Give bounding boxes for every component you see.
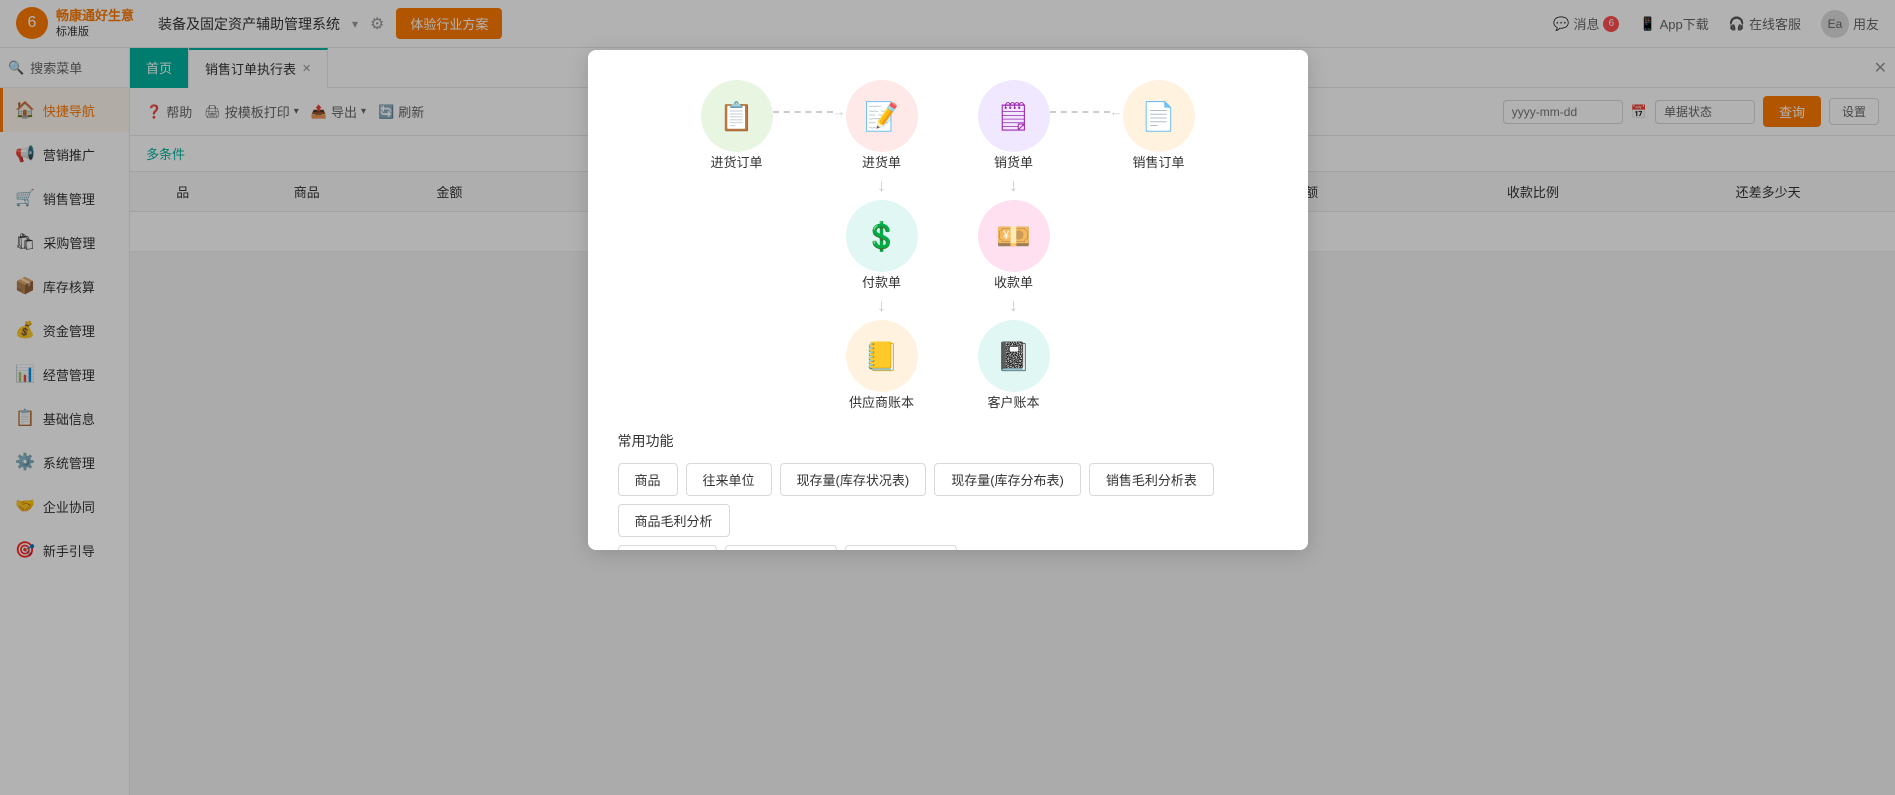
arrow-2: ← bbox=[1050, 80, 1123, 139]
supplier-ledger-label: 供应商账本 bbox=[849, 392, 914, 411]
app-container: 6 畅康通好生意 标准版 装备及固定资产辅助管理系统 ▾ ⚙ 体验行业方案 💬 … bbox=[0, 0, 1895, 795]
sale-order-icon: 📄 bbox=[1141, 100, 1176, 133]
flow-diagram: 📋 进货订单 → 📝 bbox=[618, 80, 1278, 411]
arrow-down-receipt: ↓ bbox=[1009, 175, 1018, 196]
payment-icon: 💲 bbox=[864, 220, 899, 253]
func-btn-sales-gross[interactable]: 销售毛利分析表 bbox=[1089, 463, 1214, 496]
func-btns-row1: 商品 往来单位 现存量(库存状况表) 现存量(库存分布表) 销售毛利分析表 商品… bbox=[618, 463, 1278, 537]
overlay[interactable]: 📋 进货订单 → 📝 bbox=[0, 48, 1895, 795]
flow-col-sale-order: 📄 销售订单 bbox=[1123, 80, 1195, 171]
func-btn-product[interactable]: 商品 bbox=[618, 463, 678, 496]
sale-bill-label: 销货单 bbox=[994, 152, 1033, 171]
sale-order-label: 销售订单 bbox=[1132, 152, 1184, 171]
purchase-order-icon: 📋 bbox=[719, 100, 754, 133]
func-btn-sales-rank[interactable]: 销售排行榜 bbox=[618, 545, 717, 550]
common-funcs-title: 常用功能 bbox=[618, 431, 1278, 451]
customer-ledger-node[interactable]: 📓 bbox=[978, 320, 1050, 392]
popup-content: 📋 进货订单 → 📝 bbox=[588, 50, 1308, 550]
purchase-order-node[interactable]: 📋 bbox=[701, 80, 773, 152]
main-area: 🔍 搜索菜单 🏠 快捷导航 📢 营销推广 🛒 销售管理 🛍 采购管理 📦 bbox=[0, 48, 1895, 795]
func-btn-receipt-stats[interactable]: 收款情况统计 bbox=[725, 545, 837, 550]
dashed-line-1 bbox=[773, 111, 833, 113]
sale-order-node[interactable]: 📄 bbox=[1123, 80, 1195, 152]
supplier-ledger-icon: 📒 bbox=[864, 340, 899, 373]
func-btn-product-gross[interactable]: 商品毛利分析 bbox=[618, 504, 730, 537]
receipt-icon: 💴 bbox=[996, 220, 1031, 253]
arrow-right-1: → bbox=[833, 104, 846, 119]
flow-popup: 📋 进货订单 → 📝 bbox=[588, 50, 1308, 550]
func-btn-stock-dist[interactable]: 现存量(库存分布表) bbox=[934, 463, 1081, 496]
flow-col-sale-bill: 🗒 销货单 ↓ 💴 收款单 ↓ 📓 bbox=[978, 80, 1050, 411]
flow-col-purchase-bill: 📝 进货单 ↓ 💲 付款单 ↓ 📒 bbox=[846, 80, 918, 411]
func-btns-row2: 销售排行榜 收款情况统计 付款情况统计 bbox=[618, 545, 1278, 550]
purchase-bill-label: 进货单 bbox=[862, 152, 901, 171]
arrow-1: → bbox=[773, 80, 846, 139]
purchase-bill-icon: 📝 bbox=[864, 100, 899, 133]
sale-bill-icon: 🗒 bbox=[996, 100, 1032, 133]
purchase-bill-node[interactable]: 📝 bbox=[846, 80, 918, 152]
func-btn-payment-stats[interactable]: 付款情况统计 bbox=[845, 545, 957, 550]
receipt-node[interactable]: 💴 bbox=[978, 200, 1050, 272]
sale-bill-node[interactable]: 🗒 bbox=[978, 80, 1050, 152]
customer-ledger-label: 客户账本 bbox=[987, 392, 1039, 411]
func-btn-counterparty[interactable]: 往来单位 bbox=[686, 463, 772, 496]
receipt-label: 收款单 bbox=[994, 272, 1033, 291]
content-area: 首页 销售订单执行表 ✕ ✕ ❓ 帮助 🖨 按模板打印 bbox=[130, 48, 1895, 795]
payment-label: 付款单 bbox=[862, 272, 901, 291]
arrow-down-supplier: ↓ bbox=[877, 295, 886, 316]
arrow-down-customer: ↓ bbox=[1009, 295, 1018, 316]
supplier-ledger-node[interactable]: 📒 bbox=[846, 320, 918, 392]
dashed-line-2 bbox=[1050, 111, 1110, 113]
payment-node[interactable]: 💲 bbox=[846, 200, 918, 272]
func-btn-stock-status[interactable]: 现存量(库存状况表) bbox=[780, 463, 927, 496]
flow-col-purchase-order: 📋 进货订单 bbox=[701, 80, 773, 171]
purchase-order-label: 进货订单 bbox=[710, 152, 762, 171]
customer-ledger-icon: 📓 bbox=[996, 340, 1031, 373]
common-funcs-section: 常用功能 商品 往来单位 现存量(库存状况表) 现存量(库存分布表) 销售毛利分… bbox=[618, 431, 1278, 550]
arrow-down-payment: ↓ bbox=[877, 175, 886, 196]
arrow-left-2: ← bbox=[1110, 104, 1123, 119]
